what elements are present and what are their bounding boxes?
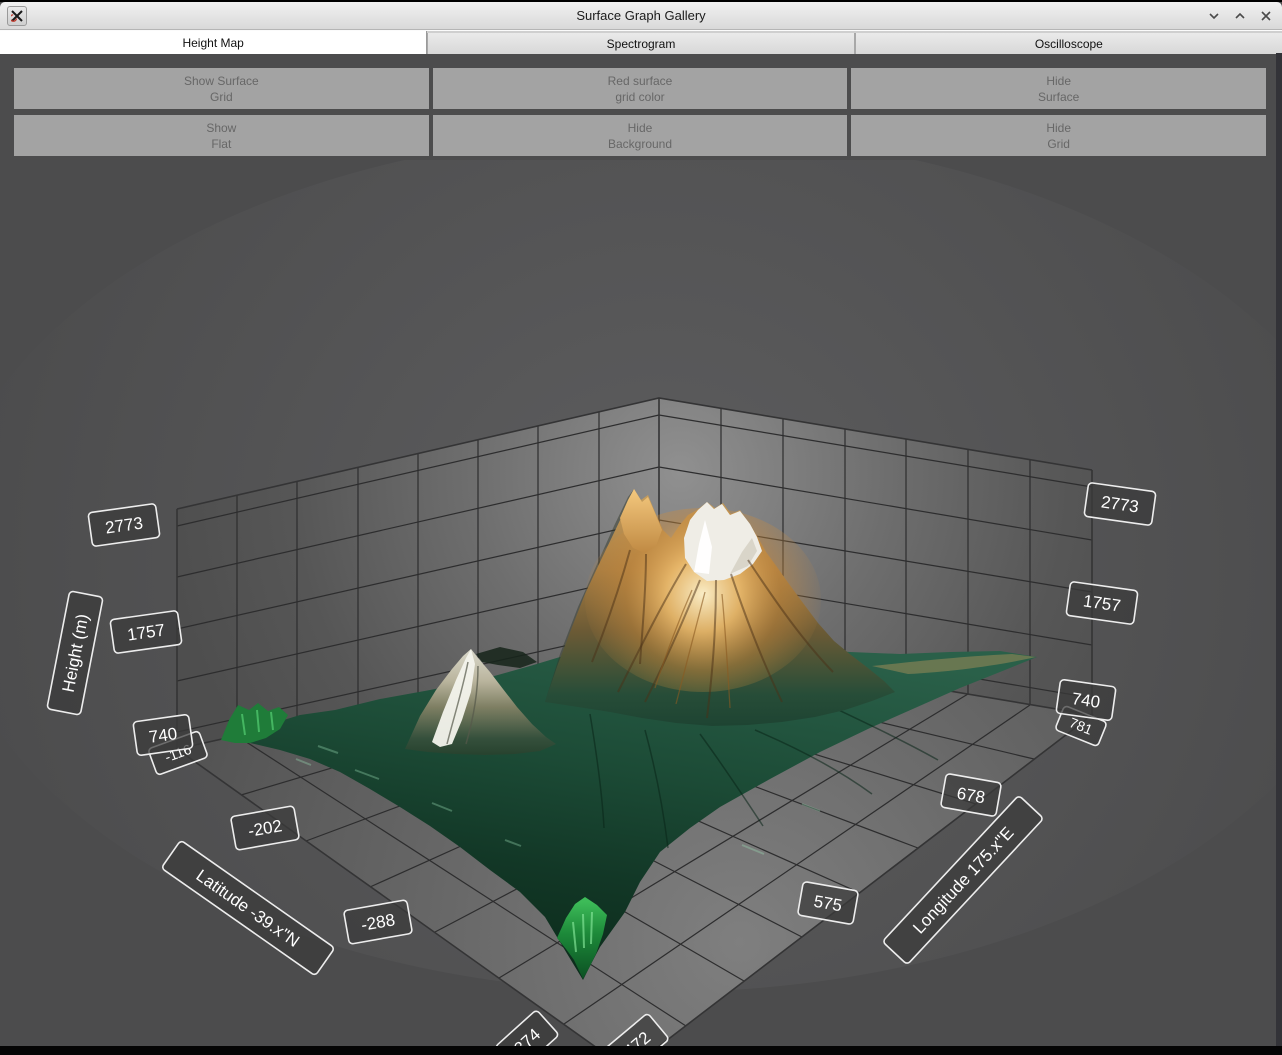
svg-text:740: 740 — [1071, 689, 1102, 712]
tab-spectrogram[interactable]: Spectrogram — [427, 33, 854, 54]
height-tick-740-right: 740 — [1056, 679, 1116, 720]
toggle-flat-button[interactable]: Show Flat — [14, 115, 429, 156]
window-controls — [1205, 2, 1274, 29]
toggle-background-button[interactable]: Hide Background — [433, 115, 848, 156]
surface-plot-canvas[interactable]: 2773 1757 -116 740 Height (m) -202 -288 … — [0, 160, 1282, 1048]
latitude-tick-374: 374 — [495, 1010, 559, 1048]
tab-bar: Height Map Spectrogram Oscilloscope — [0, 30, 1282, 54]
window-title: Surface Graph Gallery — [0, 8, 1282, 23]
desktop-bottom-strip — [0, 1046, 1282, 1055]
toggle-surface-grid-button[interactable]: Show Surface Grid — [14, 68, 429, 109]
tab-height-map[interactable]: Height Map — [0, 31, 427, 54]
app-window: Surface Graph Gallery Height Map Spectro… — [0, 2, 1282, 1046]
screen: Surface Graph Gallery Height Map Spectro… — [0, 0, 1282, 1055]
height-tick-740-left: 740 — [133, 714, 193, 755]
toggle-grid-button[interactable]: Hide Grid — [851, 115, 1266, 156]
toggle-surface-button[interactable]: Hide Surface — [851, 68, 1266, 109]
tab-oscilloscope[interactable]: Oscilloscope — [855, 33, 1282, 54]
desktop-edge-strip — [1276, 53, 1282, 1046]
minimize-icon[interactable] — [1205, 7, 1222, 24]
close-icon[interactable] — [1257, 7, 1274, 24]
surface-grid-color-button[interactable]: Red surface grid color — [433, 68, 848, 109]
toolbar: Show Surface Grid Red surface grid color… — [0, 54, 1282, 156]
svg-text:740: 740 — [148, 724, 179, 747]
title-bar: Surface Graph Gallery — [0, 2, 1282, 30]
maximize-icon[interactable] — [1231, 7, 1248, 24]
